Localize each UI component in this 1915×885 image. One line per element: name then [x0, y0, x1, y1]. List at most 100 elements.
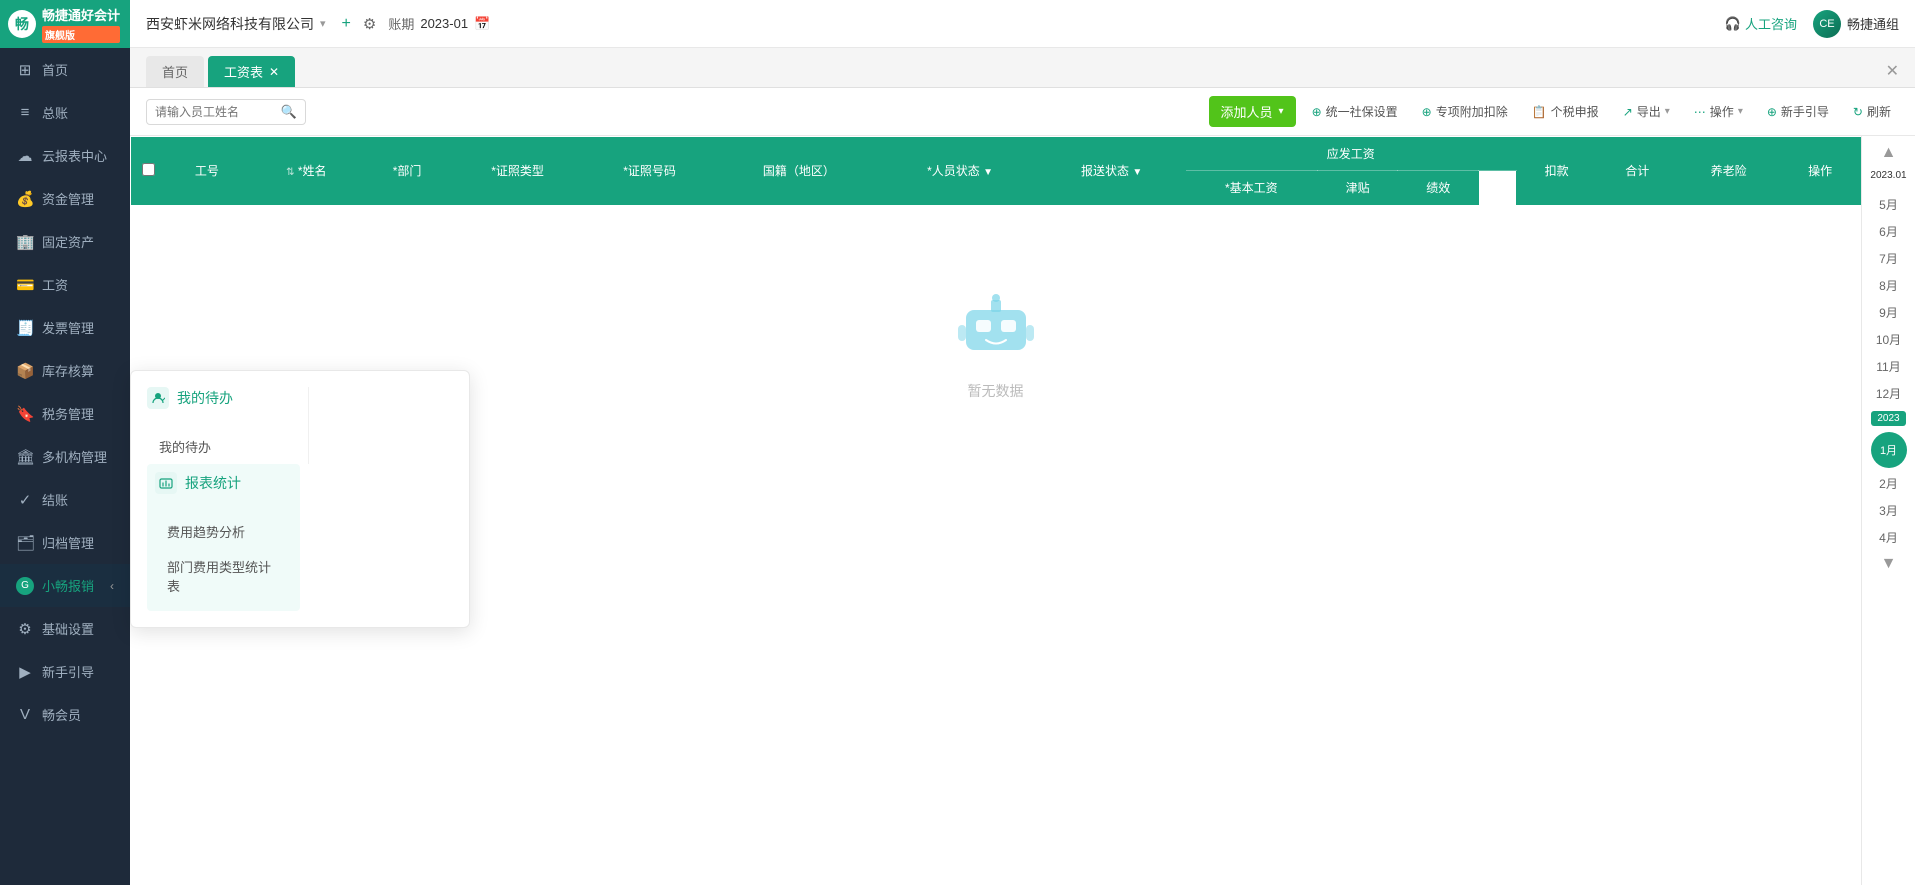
timeline-month-jan-2023[interactable]: 1月: [1871, 432, 1907, 468]
tab-salary-table[interactable]: 工资表 ✕: [208, 56, 295, 87]
select-all-checkbox[interactable]: [142, 163, 155, 176]
timeline-month-feb-2023[interactable]: 2月: [1868, 470, 1910, 497]
popup-title-reports: 报表统计: [155, 472, 292, 502]
sidebar-item-new-guide[interactable]: ▶ 新手引导: [0, 650, 130, 693]
operation-icon: ⋯: [1694, 105, 1706, 119]
timeline-month-dec-2022[interactable]: 12月: [1868, 380, 1910, 407]
settings-button[interactable]: ⚙: [363, 15, 376, 33]
user-menu[interactable]: CE 畅捷通组: [1813, 10, 1899, 38]
topbar-right: 🎧 人工咨询 CE 畅捷通组: [1725, 10, 1899, 38]
th-deduction-label: 扣款: [1545, 164, 1569, 178]
toolbar-right: 添加人员 ▾ ⊕ 统一社保设置 ⊕ 专项附加扣除 📋 个税申报 ↗ 导出: [1209, 96, 1899, 127]
popup-item-todo[interactable]: 我的待办: [147, 429, 300, 464]
popup-item-cost-trend[interactable]: 费用趋势分析: [155, 514, 292, 549]
th-payroll-group: 应发工资: [1185, 137, 1516, 171]
close-all-tabs-button[interactable]: ✕: [1886, 61, 1899, 87]
sidebar-item-home[interactable]: ⊞ 首页: [0, 48, 130, 91]
refresh-button[interactable]: ↻ 刷新: [1845, 99, 1899, 124]
timeline-month-mar-2023[interactable]: 3月: [1868, 497, 1910, 524]
tab-home[interactable]: 首页: [146, 56, 204, 87]
popup-section-reports: 报表统计 费用趋势分析 部门费用类型统计表: [147, 464, 300, 611]
tab-close-icon[interactable]: ✕: [269, 65, 279, 79]
ledger-icon: ≡: [16, 104, 34, 121]
avatar-initials: CE: [1819, 18, 1834, 30]
calendar-icon[interactable]: 📅: [474, 16, 490, 32]
sidebar-label-home: 首页: [42, 60, 68, 79]
timeline-month-sep-2022[interactable]: 9月: [1868, 299, 1910, 326]
th-id-number-label: *证照号码: [623, 164, 676, 178]
inventory-icon: 📦: [16, 362, 34, 380]
sidebar-label-cloud: 云报表中心: [42, 146, 107, 165]
settlement-icon: ✓: [16, 491, 34, 509]
sidebar-item-salary[interactable]: 💳 工资: [0, 263, 130, 306]
add-person-arrow-icon: ▾: [1279, 106, 1284, 117]
timeline-month-may-2022[interactable]: 5月: [1868, 191, 1910, 218]
popup-title-todo-label: 我的待办: [177, 388, 233, 408]
reports-section-icon: [155, 472, 177, 494]
new-guide-button[interactable]: ⊕ 新手引导: [1759, 99, 1837, 124]
special-deduction-label: 专项附加扣除: [1436, 103, 1508, 120]
search-input[interactable]: [155, 105, 275, 119]
social-security-button[interactable]: ⊕ 统一社保设置: [1304, 99, 1406, 124]
company-name: 西安虾米网络科技有限公司: [146, 14, 314, 34]
th-actions-label: 操作: [1808, 164, 1832, 178]
app-logo: 畅 畅捷通好会计 旗舰版: [0, 0, 130, 48]
sidebar-item-xiaochang[interactable]: G 小畅报销 ‹: [0, 564, 130, 607]
sidebar-item-tax[interactable]: 🔖 税务管理: [0, 392, 130, 435]
timeline-year-2023: 2023: [1871, 411, 1905, 426]
xiaochang-icon: G: [16, 577, 34, 595]
export-button[interactable]: ↗ 导出 ▾: [1615, 99, 1678, 124]
timeline-month-aug-2022[interactable]: 8月: [1868, 272, 1910, 299]
report-filter-icon[interactable]: ▼: [1132, 167, 1142, 178]
tab-salary-label: 工资表: [224, 62, 263, 81]
salary-icon: 💳: [16, 276, 34, 294]
tax-report-icon: 📋: [1532, 105, 1547, 119]
search-wrap: 🔍: [146, 99, 306, 125]
sidebar-item-inventory[interactable]: 📦 库存核算: [0, 349, 130, 392]
sidebar: 畅 畅捷通好会计 旗舰版 ⊞ 首页 ≡ 总账 ☁ 云报表中心 💰 资金管理 🏢 …: [0, 0, 130, 885]
timeline-month-oct-2022[interactable]: 10月: [1868, 326, 1910, 353]
sidebar-item-invoice[interactable]: 🧾 发票管理: [0, 306, 130, 349]
support-button[interactable]: 🎧 人工咨询: [1725, 14, 1797, 33]
sidebar-item-fund[interactable]: 💰 资金管理: [0, 177, 130, 220]
th-checkbox[interactable]: [131, 137, 167, 205]
special-deduction-button[interactable]: ⊕ 专项附加扣除: [1414, 99, 1516, 124]
sidebar-item-cloud-report[interactable]: ☁ 云报表中心: [0, 134, 130, 177]
sidebar-item-basic-settings[interactable]: ⚙ 基础设置: [0, 607, 130, 650]
filter-icon[interactable]: ▼: [983, 167, 993, 178]
timeline-month-jun-2022[interactable]: 6月: [1868, 218, 1910, 245]
invoice-icon: 🧾: [16, 319, 34, 337]
guide-icon: ▶: [16, 663, 34, 681]
empty-text: 暂无数据: [968, 381, 1024, 401]
timeline-prev-button[interactable]: ▲: [1877, 140, 1901, 166]
sidebar-item-multi-org[interactable]: 🏛 多机构管理: [0, 435, 130, 478]
company-selector[interactable]: 西安虾米网络科技有限公司 ▾: [146, 14, 326, 34]
th-employee-no: 工号: [167, 137, 248, 205]
th-basic-salary: *基本工资: [1185, 171, 1317, 205]
th-name: ⇅ *姓名: [247, 137, 362, 205]
add-company-button[interactable]: +: [342, 15, 351, 33]
sidebar-item-archive[interactable]: 🗂 归档管理: [0, 521, 130, 564]
export-label: 导出: [1637, 103, 1661, 120]
sidebar-item-settlement[interactable]: ✓ 结账: [0, 478, 130, 521]
timeline-next-button[interactable]: ▼: [1877, 551, 1901, 577]
sidebar-label-assets: 固定资产: [42, 232, 94, 251]
sidebar-item-member[interactable]: V 畅会员: [0, 693, 130, 736]
topbar: 西安虾米网络科技有限公司 ▾ + ⚙ 账期 2023-01 📅 🎧 人工咨询 C…: [130, 0, 1915, 48]
sidebar-label-org: 多机构管理: [42, 447, 107, 466]
operation-button[interactable]: ⋯ 操作 ▾: [1686, 99, 1751, 124]
th-id-type: *证照类型: [452, 137, 584, 205]
refresh-label: 刷新: [1867, 103, 1891, 120]
sidebar-item-ledger[interactable]: ≡ 总账: [0, 91, 130, 134]
tax-report-button[interactable]: 📋 个税申报: [1524, 99, 1607, 124]
timeline-month-jul-2022[interactable]: 7月: [1868, 245, 1910, 272]
chevron-down-icon: ▾: [320, 17, 326, 30]
sidebar-label-settlement: 结账: [42, 490, 68, 509]
timeline-month-nov-2022[interactable]: 11月: [1868, 353, 1910, 380]
popup-item-dept-cost[interactable]: 部门费用类型统计表: [155, 549, 292, 603]
xiaochang-popup: 我的待办 我的待办 报表统计 费用趋势分析 部门费用类型统计表: [130, 370, 470, 628]
assets-icon: 🏢: [16, 233, 34, 251]
add-person-button[interactable]: 添加人员 ▾: [1209, 96, 1296, 127]
timeline-month-apr-2023[interactable]: 4月: [1868, 524, 1910, 551]
sidebar-item-fixed-assets[interactable]: 🏢 固定资产: [0, 220, 130, 263]
